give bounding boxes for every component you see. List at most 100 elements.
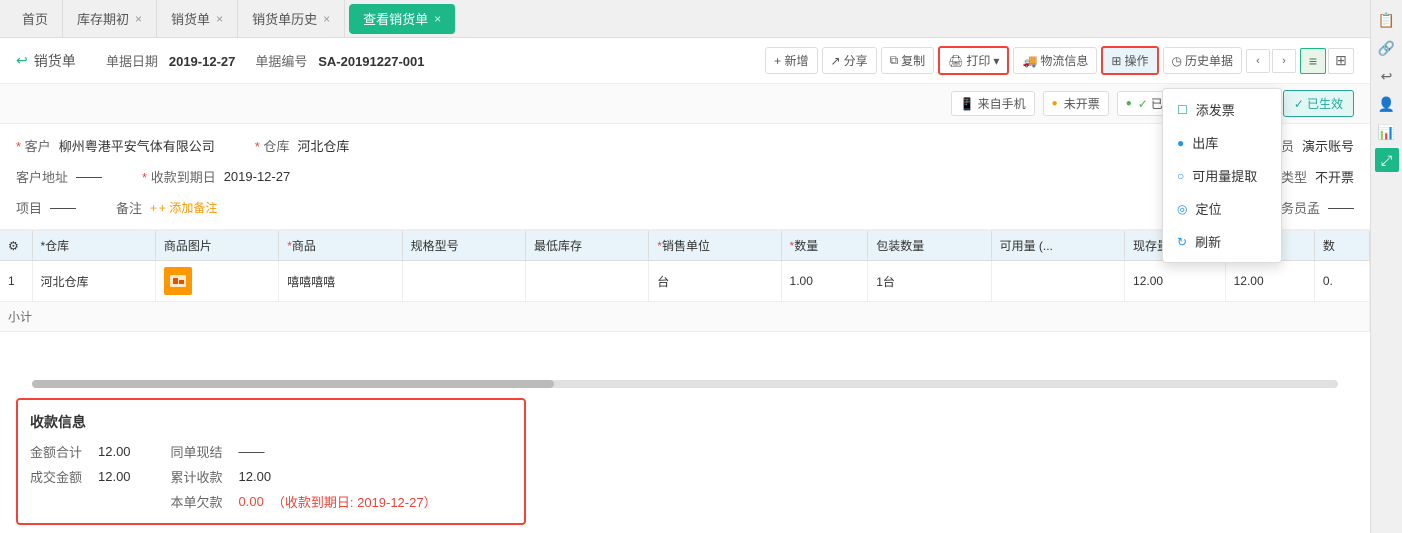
tab-sales-history-close[interactable]: × bbox=[323, 12, 330, 26]
payment-date-value: 2019-12-27 bbox=[224, 169, 291, 184]
table-scroll-thumb bbox=[32, 380, 554, 388]
tab-inventory-close[interactable]: × bbox=[135, 12, 142, 26]
view-toggle: ≡ ⊞ bbox=[1300, 48, 1354, 74]
form-row-1: 客户 柳州粤港平安气体有限公司 仓库 河北仓库 业务员 演示账号 bbox=[16, 136, 1354, 155]
table-scrollbar[interactable] bbox=[32, 380, 1338, 388]
address-label: 客户地址 bbox=[16, 167, 68, 186]
col-min-stock: 最低库存 bbox=[525, 231, 648, 261]
arrears-value: 0.00 bbox=[239, 494, 264, 509]
note-label: 备注 bbox=[116, 198, 142, 217]
same-order-label: 同单现结 bbox=[171, 442, 231, 461]
from-phone-button[interactable]: 📱 来自手机 bbox=[951, 91, 1035, 116]
new-button[interactable]: + 新增 bbox=[765, 47, 817, 74]
row-image bbox=[155, 261, 278, 302]
truck-icon: 🚚 bbox=[1022, 54, 1037, 68]
prev-button[interactable]: ‹ bbox=[1246, 49, 1270, 73]
dropdown-item-refresh[interactable]: ↻ 刷新 bbox=[1163, 225, 1281, 258]
dropdown-item-add-invoice[interactable]: ☐ 添发票 bbox=[1163, 93, 1281, 126]
add-invoice-icon: ☐ bbox=[1177, 103, 1188, 117]
print-button[interactable]: 🖨 打印 ▾ bbox=[938, 46, 1009, 75]
subtotal-row: 小计 bbox=[0, 302, 1370, 332]
gear-icon[interactable]: ⚙ bbox=[8, 239, 19, 253]
note-field: 备注 + + 添加备注 bbox=[116, 198, 217, 217]
grid-view-button[interactable]: ⊞ bbox=[1328, 48, 1354, 74]
row-qty: 1.00 bbox=[781, 261, 868, 302]
tab-sales-history[interactable]: 销货单历史 × bbox=[238, 0, 345, 38]
tab-sales[interactable]: 销货单 × bbox=[157, 0, 238, 38]
salesperson2-value: —— bbox=[1328, 200, 1354, 215]
subtotal-label: 小计 bbox=[0, 302, 1370, 332]
salesperson-value: 演示账号 bbox=[1302, 136, 1354, 155]
customer-field: 客户 柳州粤港平安气体有限公司 bbox=[16, 136, 215, 155]
arrears-label: 本单欠款 bbox=[171, 492, 231, 511]
tab-view-sales-label: 查看销货单 bbox=[363, 9, 428, 28]
sidebar-icon-chart[interactable]: 📊 bbox=[1375, 120, 1399, 144]
print-icon: 🖨 bbox=[948, 54, 963, 68]
warehouse-value: 河北仓库 bbox=[297, 136, 349, 155]
payment-col-2: 同单现结 —— 累计收款 12.00 本单欠款 0.00 （收款到期日: 201… bbox=[171, 442, 437, 511]
add-note-button[interactable]: + + 添加备注 bbox=[150, 199, 217, 216]
project-value: —— bbox=[50, 200, 76, 215]
cumulative-row: 累计收款 12.00 bbox=[171, 467, 437, 486]
form-row-2: 客户地址 —— 收款到期日 2019-12-27 票据类型 不开票 bbox=[16, 167, 1354, 186]
address-value: —— bbox=[76, 169, 102, 184]
not-open-button[interactable]: 未开票 bbox=[1043, 91, 1109, 116]
col-spec: 规格型号 bbox=[402, 231, 525, 261]
payment-section: 收款信息 金额合计 12.00 成交金额 12.00 同单现结 —— bbox=[16, 398, 526, 525]
refresh-icon: ↻ bbox=[1177, 235, 1187, 249]
row-warehouse: 河北仓库 bbox=[32, 261, 155, 302]
row-product: 嘻嘻嘻嘻 bbox=[279, 261, 402, 302]
amount-label: 金额合计 bbox=[30, 442, 90, 461]
project-label: 项目 bbox=[16, 198, 42, 217]
tab-inventory[interactable]: 库存期初 × bbox=[63, 0, 157, 38]
col-product: *商品 bbox=[279, 231, 402, 261]
cumulative-label: 累计收款 bbox=[171, 467, 231, 486]
sidebar-icon-clipboard[interactable]: 📋 bbox=[1375, 8, 1399, 32]
deal-amount-row: 成交金额 12.00 bbox=[30, 467, 131, 486]
available-qty-icon: ○ bbox=[1177, 169, 1184, 183]
col-pkg-qty: 包装数量 bbox=[868, 231, 991, 261]
col-amount: 数 bbox=[1314, 231, 1369, 261]
next-button[interactable]: › bbox=[1272, 49, 1296, 73]
row-available bbox=[991, 261, 1124, 302]
history-button[interactable]: ◷ 历史单据 bbox=[1163, 47, 1243, 74]
right-sidebar: 📋 🔗 ↩ 👤 📊 ⤢ bbox=[1370, 0, 1402, 533]
tab-view-sales[interactable]: 查看销货单 × bbox=[349, 4, 456, 34]
tab-view-sales-close[interactable]: × bbox=[434, 12, 441, 26]
operations-button[interactable]: ⊞ 操作 bbox=[1101, 46, 1158, 75]
sidebar-icon-user[interactable]: 👤 bbox=[1375, 92, 1399, 116]
locate-icon: ◎ bbox=[1177, 202, 1187, 216]
sidebar-icon-link[interactable]: 🔗 bbox=[1375, 36, 1399, 60]
tab-home[interactable]: 首页 bbox=[8, 0, 63, 38]
copy-button[interactable]: ⧉ 复制 bbox=[881, 47, 935, 74]
share-button[interactable]: ↗ 分享 bbox=[822, 47, 877, 74]
amount-value: 12.00 bbox=[98, 444, 131, 459]
deal-amount-value: 12.00 bbox=[98, 469, 131, 484]
outbound-icon: ● bbox=[1177, 136, 1184, 150]
warehouse-field: 仓库 河北仓库 bbox=[255, 136, 350, 155]
effective-badge[interactable]: ✓ 已生效 bbox=[1283, 90, 1354, 117]
logistics-button[interactable]: 🚚 物流信息 bbox=[1013, 47, 1097, 74]
row-amount: 0. bbox=[1314, 261, 1369, 302]
tab-sales-history-label: 销货单历史 bbox=[252, 9, 317, 28]
form-row-3: 项目 —— 备注 + + 添加备注 业务员孟 —— bbox=[16, 198, 1354, 217]
payment-col-1: 金额合计 12.00 成交金额 12.00 bbox=[30, 442, 131, 511]
tab-sales-close[interactable]: × bbox=[216, 12, 223, 26]
dropdown-item-outbound[interactable]: ● 出库 bbox=[1163, 126, 1281, 159]
col-warehouse: *仓库 bbox=[32, 231, 155, 261]
payment-amount-row: 金额合计 12.00 bbox=[30, 442, 131, 461]
sidebar-icon-undo[interactable]: ↩ bbox=[1375, 64, 1399, 88]
row-unit: 台 bbox=[649, 261, 781, 302]
check-icon: ✓ bbox=[1138, 97, 1148, 111]
list-view-button[interactable]: ≡ bbox=[1300, 48, 1326, 74]
copy-icon: ⧉ bbox=[890, 53, 899, 68]
product-image bbox=[164, 267, 192, 295]
sidebar-icon-expand[interactable]: ⤢ bbox=[1375, 148, 1399, 172]
row-pkg-qty: 1台 bbox=[868, 261, 991, 302]
document-header: ↩ 销货单 单据日期 2019-12-27 单据编号 SA-20191227-0… bbox=[0, 38, 1370, 84]
dropdown-item-locate[interactable]: ◎ 定位 bbox=[1163, 192, 1281, 225]
same-order-row: 同单现结 —— bbox=[171, 442, 437, 461]
table-scrollbar-area bbox=[0, 378, 1370, 390]
col-unit: *销售单位 bbox=[649, 231, 781, 261]
dropdown-item-available-qty[interactable]: ○ 可用量提取 bbox=[1163, 159, 1281, 192]
